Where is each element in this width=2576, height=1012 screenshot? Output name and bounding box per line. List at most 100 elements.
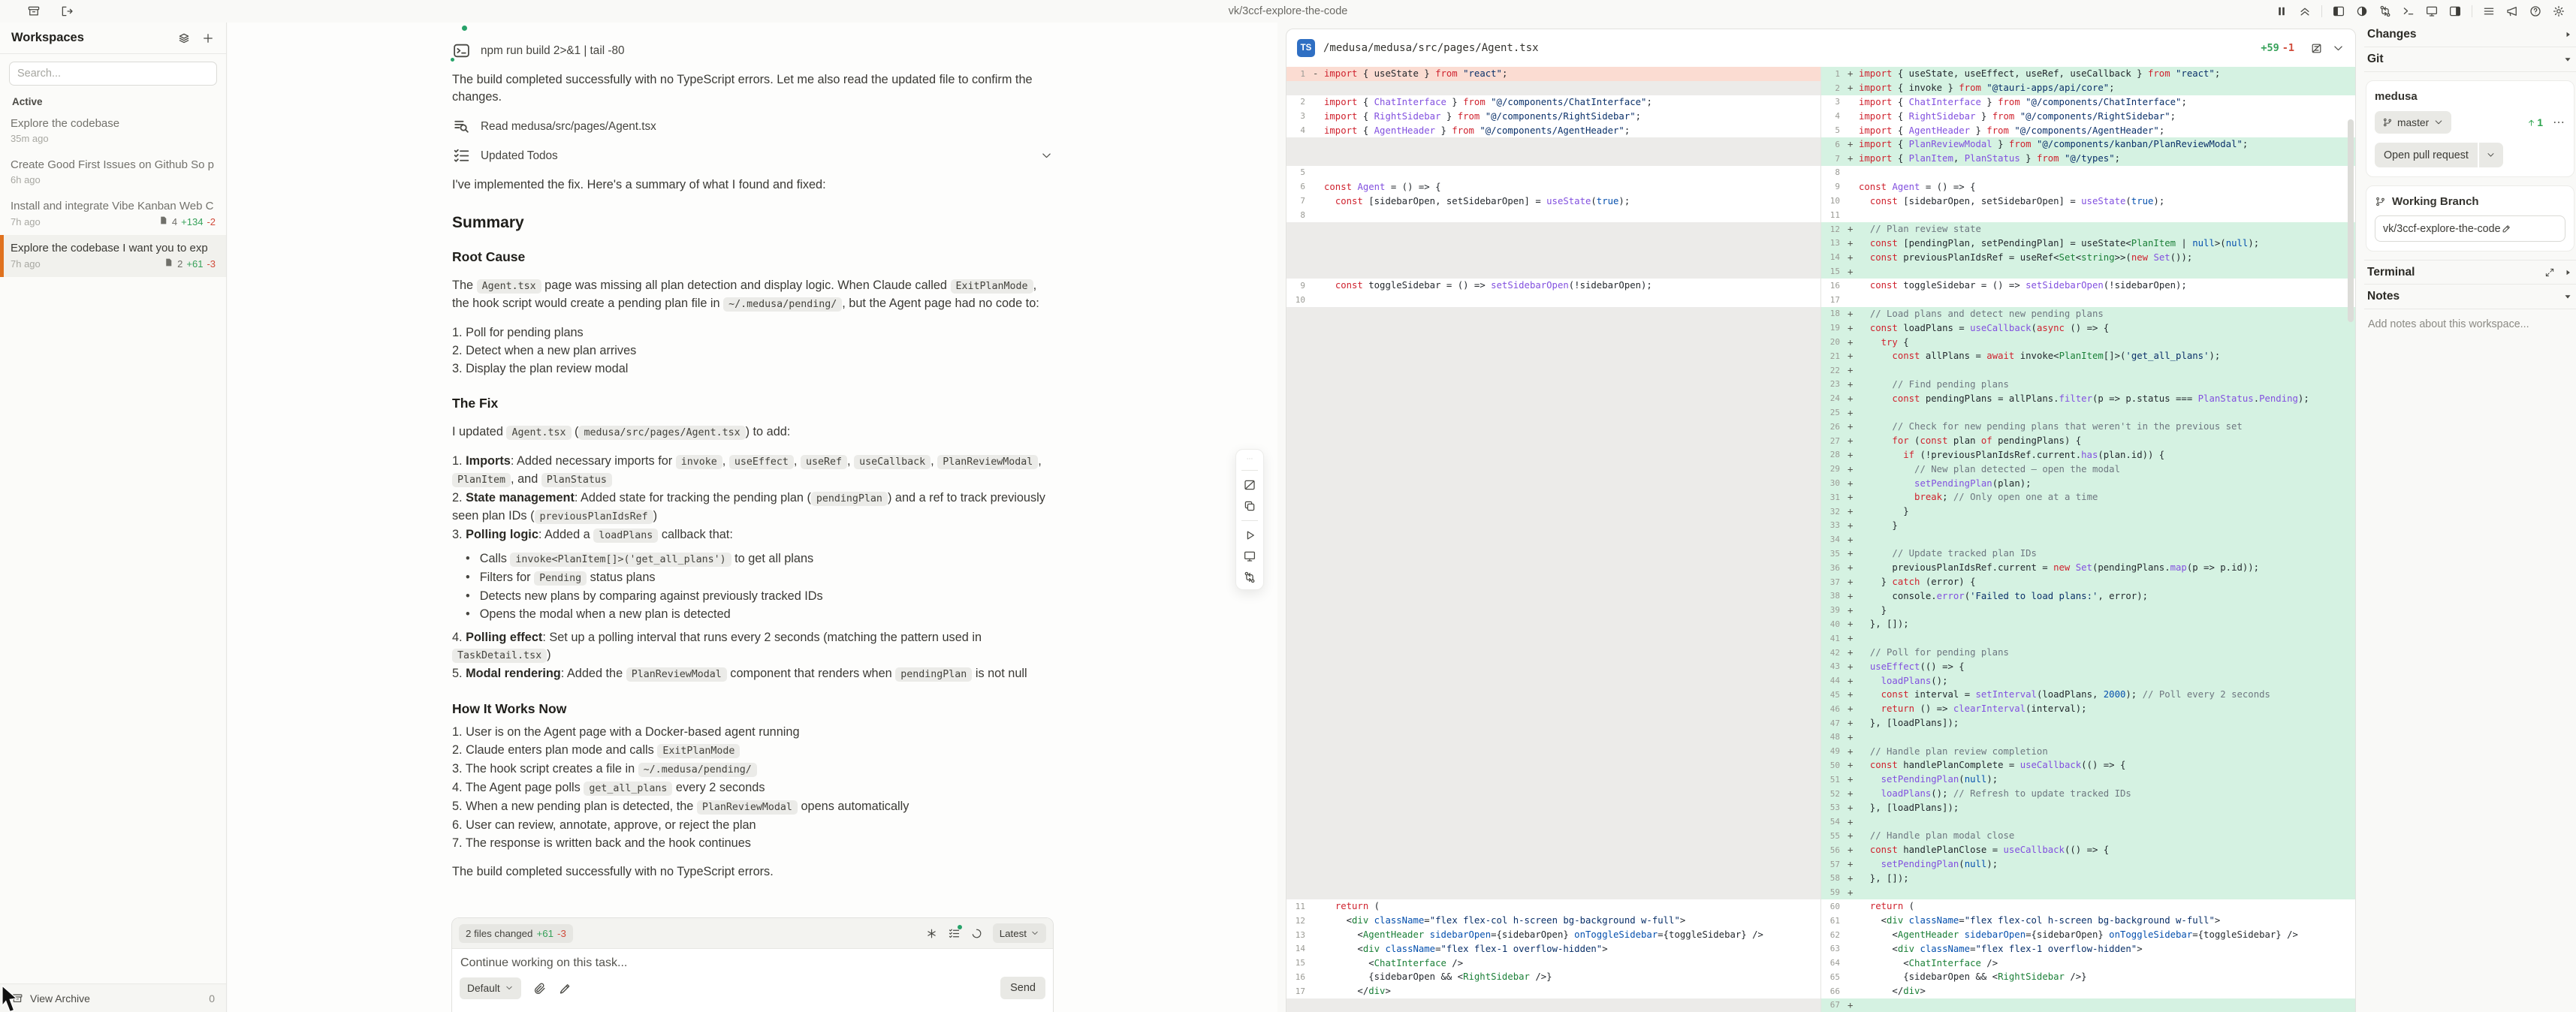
diff-row: 7 const [sidebarOpen, setSidebarOpen] = … (1286, 194, 2355, 208)
chevron-down-icon[interactable] (2332, 42, 2345, 55)
send-button[interactable]: Send (1000, 977, 1045, 999)
diff-row: 15+ (1286, 264, 2355, 279)
workspace-item-time: 7h ago (11, 216, 41, 227)
menu-icon[interactable] (2482, 5, 2496, 18)
copy-icon[interactable] (1243, 499, 1256, 513)
diff-row: 58 (1286, 166, 2355, 180)
diff-row: 38+ console.error('Failed to load plans:… (1286, 589, 2355, 603)
asterisk-icon[interactable] (925, 927, 938, 940)
collapse-up-icon[interactable] (2298, 5, 2312, 18)
panel-left-icon[interactable] (2332, 5, 2345, 18)
pause-icon[interactable] (2275, 5, 2288, 18)
edit-icon[interactable] (2501, 223, 2512, 234)
composer-actions: Default Send (452, 970, 1053, 999)
drag-handle-icon[interactable] (1242, 455, 1257, 462)
chevron-down-icon[interactable] (1040, 149, 1053, 162)
tool-call-row[interactable]: Read medusa/src/pages/Agent.tsx (452, 117, 1053, 136)
diff-row: 37+ } catch (error) { (1286, 575, 2355, 589)
open-pull-request-button[interactable]: Open pull request (2375, 143, 2478, 167)
mode-dropdown[interactable]: Default (460, 977, 521, 999)
workspace-item[interactable]: Create Good First Issues on Github So p6… (0, 152, 226, 193)
divider (1241, 520, 1258, 521)
list-item: 2. Detect when a new plan arrives (452, 342, 1053, 360)
mode-label: Default (467, 983, 500, 994)
workspace-item-title: Explore the codebase I want you to exp (11, 242, 216, 255)
working-branch-input[interactable]: vk/3ccf-explore-the-code (2375, 215, 2565, 242)
inline-code: get_all_plans (584, 782, 672, 796)
diff-row: 34+ (1286, 532, 2355, 547)
monitor-icon[interactable] (2425, 5, 2439, 18)
workspace-item-meta: 7h ago4+134-2 (11, 215, 216, 227)
todos-status-icon[interactable] (948, 927, 961, 940)
message-input[interactable] (460, 956, 1045, 970)
workspace-item[interactable]: Explore the codebase I want you to exp7h… (0, 235, 226, 277)
changes-section-header[interactable]: Changes (2364, 23, 2576, 47)
terminal-glyph-icon[interactable] (2402, 5, 2415, 18)
image-off-icon[interactable] (1243, 478, 1256, 492)
plus-icon[interactable] (201, 32, 215, 45)
layers-icon[interactable] (177, 32, 191, 45)
monitor-icon[interactable] (1243, 550, 1256, 563)
commits-ahead[interactable]: 1 (2526, 117, 2543, 128)
settings-icon[interactable] (2552, 5, 2565, 18)
pen-icon[interactable] (558, 981, 572, 995)
paperclip-icon[interactable] (532, 981, 547, 995)
divider (1241, 470, 1258, 471)
ellipsis-icon[interactable] (2552, 116, 2565, 129)
inline-code: useEffect (729, 455, 794, 469)
git-compare-icon[interactable] (2378, 5, 2392, 18)
help-icon[interactable] (2529, 5, 2542, 18)
titlebar: vk/3ccf-explore-the-code (0, 0, 2576, 23)
notes-section-header[interactable]: Notes (2364, 285, 2576, 309)
tool-call-row[interactable]: npm run build 2>&1 | tail -80 (452, 41, 1053, 60)
latest-dropdown[interactable]: Latest (993, 923, 1046, 943)
diff-scrollbar[interactable] (2348, 119, 2354, 322)
diff-row: 59+ (1286, 885, 2355, 899)
diff-row: 21+ const allPlans = await invoke<PlanIt… (1286, 349, 2355, 363)
panel-right-icon[interactable] (2448, 5, 2462, 18)
diff-view-icon[interactable] (2310, 42, 2323, 55)
terminal-label: Terminal (2367, 266, 2415, 279)
pull-request-options-button[interactable] (2479, 143, 2503, 167)
tool-call-row[interactable]: Updated Todos (452, 146, 1053, 165)
working-branch-card: Working Branch vk/3ccf-explore-the-code (2366, 185, 2574, 251)
arrow-up-icon (2526, 118, 2536, 128)
megaphone-icon[interactable] (2505, 5, 2519, 18)
workspaces-header: Workspaces (0, 23, 226, 54)
theme-icon[interactable] (2355, 5, 2369, 18)
list-item: 4. Polling effect: Set up a polling inte… (452, 629, 1053, 664)
files-changed-badge[interactable]: 2 files changed +61 -3 (459, 924, 573, 943)
diff-row: 36+ previousPlanIdsRef.current = new Set… (1286, 561, 2355, 575)
diff-row: 12+ // Plan review state (1286, 222, 2355, 236)
view-archive-button[interactable]: View Archive 0 (0, 983, 226, 1012)
git-section-header[interactable]: Git (2364, 47, 2576, 72)
search-input[interactable] (9, 62, 217, 86)
workspace-item[interactable]: Explore the codebase35m ago (0, 110, 226, 152)
inline-code: PlanReviewModal (697, 800, 798, 815)
expand-icon[interactable] (2544, 267, 2555, 278)
diff-row: 27+ for (const plan of pendingPlans) { (1286, 434, 2355, 448)
inline-code: PlanStatus (541, 473, 612, 487)
branch-dropdown[interactable]: master (2375, 111, 2451, 134)
ordered-list: 1. User is on the Agent page with a Dock… (452, 724, 1053, 852)
chevron-down-icon (505, 983, 514, 992)
workspace-item-meta: 35m ago (11, 133, 216, 144)
additions: +61 (186, 258, 203, 270)
diff-row: 6const Agent = () => {9const Agent = () … (1286, 179, 2355, 194)
notes-placeholder[interactable]: Add notes about this workspace... (2364, 309, 2576, 339)
diff-deletions: -1 (2282, 42, 2294, 54)
git-compare-icon[interactable] (1243, 571, 1256, 584)
spinner-icon[interactable] (970, 927, 983, 940)
chat-scroll-area[interactable]: npm run build 2>&1 | tail -80The build c… (228, 23, 1277, 917)
diff-header: TS /medusa/medusa/src/pages/Agent.tsx +5… (1286, 29, 2355, 67)
list-item: •Filters for Pending status plans (452, 569, 1053, 587)
inline-code: ~/.medusa/pending/ (723, 297, 842, 312)
diff-row: 20+ try { (1286, 335, 2355, 349)
ordered-list: 1. Poll for pending plans2. Detect when … (452, 324, 1053, 378)
workspace-item[interactable]: Install and integrate Vibe Kanban Web C7… (0, 193, 226, 235)
diff-row: 14+ const previousPlanIdsRef = useRef<Se… (1286, 250, 2355, 264)
play-icon[interactable] (1243, 529, 1256, 542)
diff-row: 811 (1286, 208, 2355, 222)
terminal-section-header[interactable]: Terminal (2364, 260, 2576, 285)
inline-code: Pending (534, 571, 587, 586)
